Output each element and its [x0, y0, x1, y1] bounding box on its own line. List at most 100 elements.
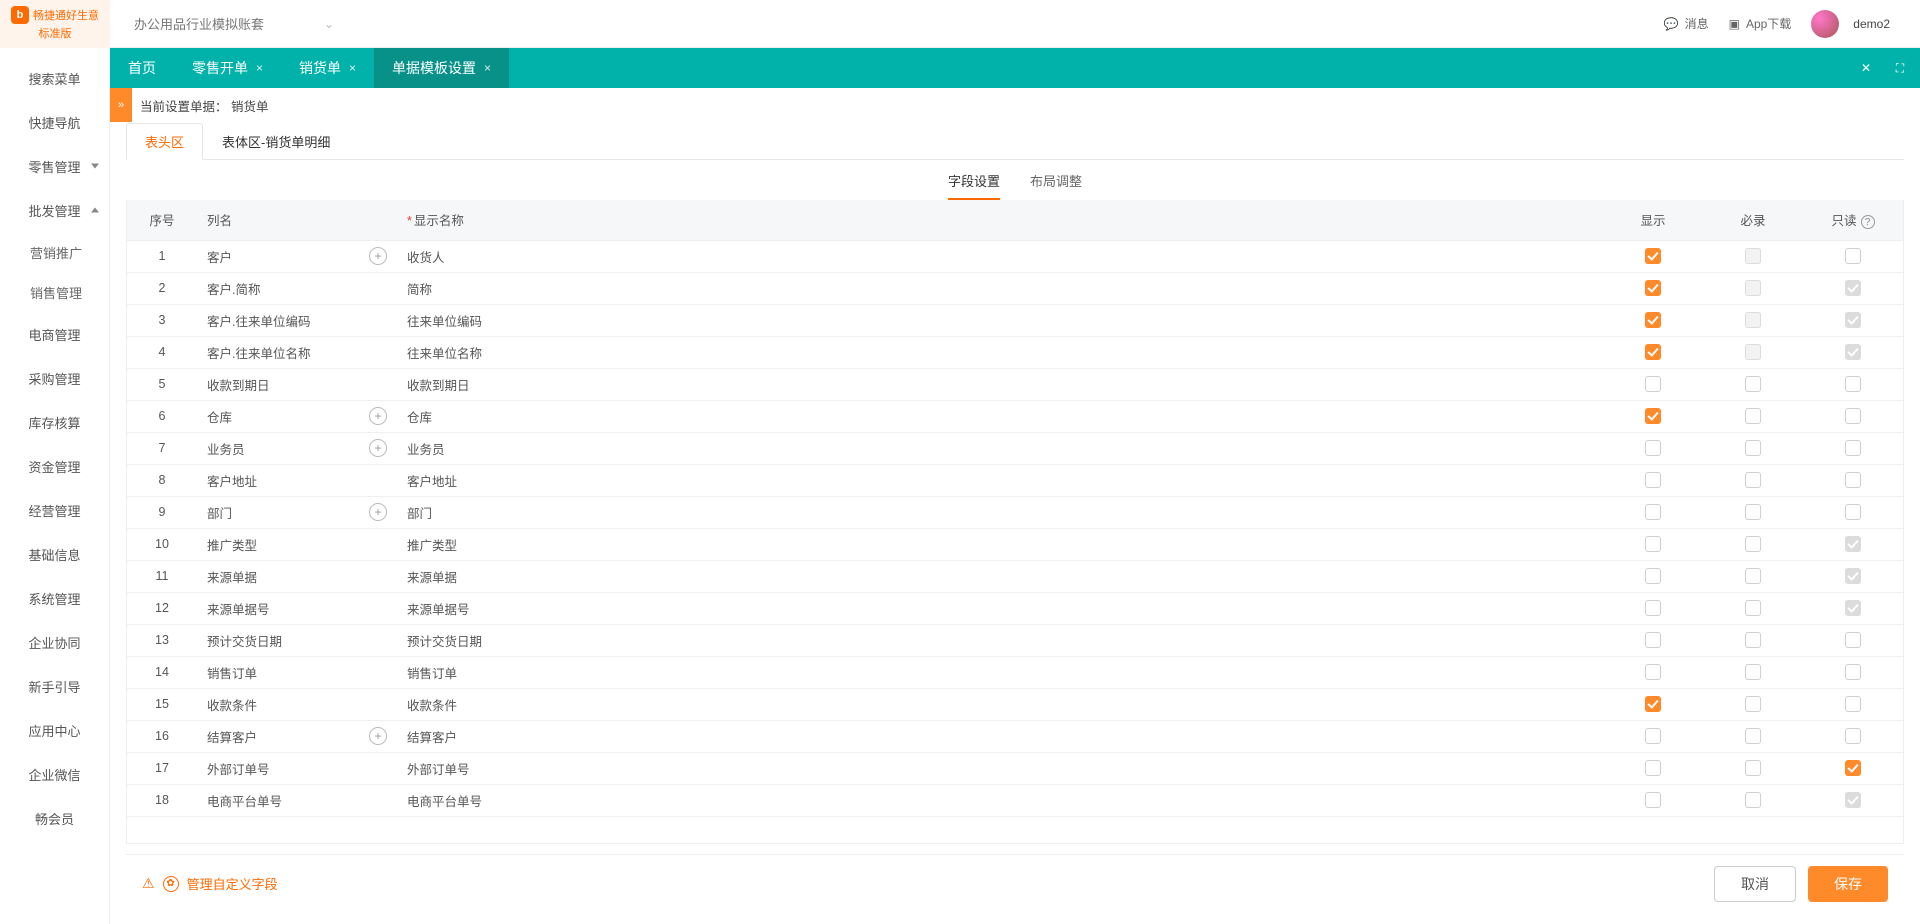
sidebar-item[interactable]: 零售管理 [0, 144, 109, 188]
manage-custom-fields-link[interactable]: ⚠ ✿ 管理自定义字段 [142, 874, 278, 893]
checkbox[interactable] [1645, 664, 1661, 680]
checkbox[interactable] [1845, 440, 1861, 456]
table-row[interactable]: 12来源单据号来源单据号 [127, 592, 1903, 624]
checkbox[interactable] [1645, 568, 1661, 584]
checkbox[interactable] [1745, 408, 1761, 424]
tab[interactable]: 首页 [110, 48, 174, 88]
checkbox[interactable] [1745, 376, 1761, 392]
checkbox[interactable] [1745, 600, 1761, 616]
cell-display-name[interactable]: 来源单据号 [397, 592, 1603, 624]
sidebar-item[interactable]: 批发管理 [0, 188, 109, 232]
area-tab[interactable]: 表头区 [126, 123, 203, 160]
plus-icon[interactable]: + [369, 407, 387, 425]
cell-display-name[interactable]: 推广类型 [397, 528, 1603, 560]
table-row[interactable]: 10推广类型推广类型 [127, 528, 1903, 560]
checkbox[interactable] [1645, 280, 1661, 296]
checkbox[interactable] [1845, 760, 1861, 776]
sidebar-item[interactable]: 基础信息 [0, 532, 109, 576]
checkbox[interactable] [1845, 504, 1861, 520]
sidebar-item[interactable]: 库存核算 [0, 400, 109, 444]
sidebar-item[interactable]: 电商管理 [0, 312, 109, 356]
cell-display-name[interactable]: 收货人 [397, 240, 1603, 272]
checkbox[interactable] [1645, 376, 1661, 392]
table-row[interactable]: 3客户.往来单位编码往来单位编码 [127, 304, 1903, 336]
checkbox[interactable] [1845, 408, 1861, 424]
collapse-handle-icon[interactable]: » [110, 88, 132, 122]
sidebar-item[interactable]: 搜索菜单 [0, 56, 109, 100]
account-selector[interactable]: 办公用品行业模拟账套 [134, 14, 264, 33]
table-row[interactable]: 17外部订单号外部订单号 [127, 752, 1903, 784]
checkbox[interactable] [1845, 248, 1861, 264]
tab-close-icon[interactable]: × [484, 61, 491, 75]
checkbox[interactable] [1645, 440, 1661, 456]
checkbox[interactable] [1745, 728, 1761, 744]
checkbox[interactable] [1645, 472, 1661, 488]
cell-display-name[interactable]: 预计交货日期 [397, 624, 1603, 656]
checkbox[interactable] [1845, 472, 1861, 488]
checkbox[interactable] [1645, 600, 1661, 616]
table-row[interactable]: 7业务员+业务员 [127, 432, 1903, 464]
checkbox[interactable] [1645, 760, 1661, 776]
table-row[interactable]: 2客户.简称简称 [127, 272, 1903, 304]
cell-display-name[interactable]: 结算客户 [397, 720, 1603, 752]
plus-icon[interactable]: + [369, 439, 387, 457]
checkbox[interactable] [1845, 696, 1861, 712]
messages-button[interactable]: 💬 消息 [1664, 15, 1709, 32]
table-row[interactable]: 15收款条件收款条件 [127, 688, 1903, 720]
sidebar-item[interactable]: 新手引导 [0, 664, 109, 708]
table-row[interactable]: 4客户.往来单位名称往来单位名称 [127, 336, 1903, 368]
checkbox[interactable] [1745, 568, 1761, 584]
table-row[interactable]: 6仓库+仓库 [127, 400, 1903, 432]
checkbox[interactable] [1745, 632, 1761, 648]
table-row[interactable]: 13预计交货日期预计交货日期 [127, 624, 1903, 656]
table-row[interactable]: 9部门+部门 [127, 496, 1903, 528]
checkbox[interactable] [1745, 536, 1761, 552]
fullscreen-button[interactable]: ⛶ [1890, 58, 1910, 78]
save-button[interactable]: 保存 [1808, 866, 1888, 902]
sub-tab[interactable]: 布局调整 [1030, 171, 1082, 200]
tab[interactable]: 零售开单× [174, 48, 281, 88]
checkbox[interactable] [1645, 696, 1661, 712]
table-row[interactable]: 14销售订单销售订单 [127, 656, 1903, 688]
table-row[interactable]: 1客户+收货人 [127, 240, 1903, 272]
sidebar-item[interactable]: 资金管理 [0, 444, 109, 488]
checkbox[interactable] [1845, 376, 1861, 392]
checkbox[interactable] [1645, 344, 1661, 360]
cell-display-name[interactable]: 销售订单 [397, 656, 1603, 688]
cell-display-name[interactable]: 部门 [397, 496, 1603, 528]
sidebar-item[interactable]: 经营管理 [0, 488, 109, 532]
checkbox[interactable] [1845, 728, 1861, 744]
table-row[interactable]: 18电商平台单号电商平台单号 [127, 784, 1903, 816]
table-row[interactable]: 8客户地址客户地址 [127, 464, 1903, 496]
checkbox[interactable] [1645, 728, 1661, 744]
sidebar-item[interactable]: 企业协同 [0, 620, 109, 664]
checkbox[interactable] [1745, 760, 1761, 776]
checkbox[interactable] [1845, 632, 1861, 648]
cell-display-name[interactable]: 往来单位名称 [397, 336, 1603, 368]
checkbox[interactable] [1645, 632, 1661, 648]
plus-icon[interactable]: + [369, 727, 387, 745]
checkbox[interactable] [1745, 440, 1761, 456]
sub-tab[interactable]: 字段设置 [948, 171, 1000, 200]
checkbox[interactable] [1645, 248, 1661, 264]
help-icon[interactable]: ? [1861, 215, 1875, 229]
sidebar-item[interactable]: 畅会员 [0, 796, 109, 840]
close-all-tabs-button[interactable]: ✕ [1856, 58, 1876, 78]
plus-icon[interactable]: + [369, 247, 387, 265]
cell-display-name[interactable]: 收款条件 [397, 688, 1603, 720]
checkbox[interactable] [1645, 408, 1661, 424]
plus-icon[interactable]: + [369, 503, 387, 521]
tab[interactable]: 销货单× [281, 48, 374, 88]
cell-display-name[interactable]: 收款到期日 [397, 368, 1603, 400]
cell-display-name[interactable]: 业务员 [397, 432, 1603, 464]
checkbox[interactable] [1745, 504, 1761, 520]
sidebar-item[interactable]: 采购管理 [0, 356, 109, 400]
checkbox[interactable] [1745, 792, 1761, 808]
table-row[interactable]: 5收款到期日收款到期日 [127, 368, 1903, 400]
table-row[interactable]: 11来源单据来源单据 [127, 560, 1903, 592]
sidebar-subitem[interactable]: 营销推广 [0, 232, 109, 272]
checkbox[interactable] [1745, 472, 1761, 488]
checkbox[interactable] [1645, 536, 1661, 552]
cancel-button[interactable]: 取消 [1714, 866, 1796, 902]
cell-display-name[interactable]: 往来单位编码 [397, 304, 1603, 336]
